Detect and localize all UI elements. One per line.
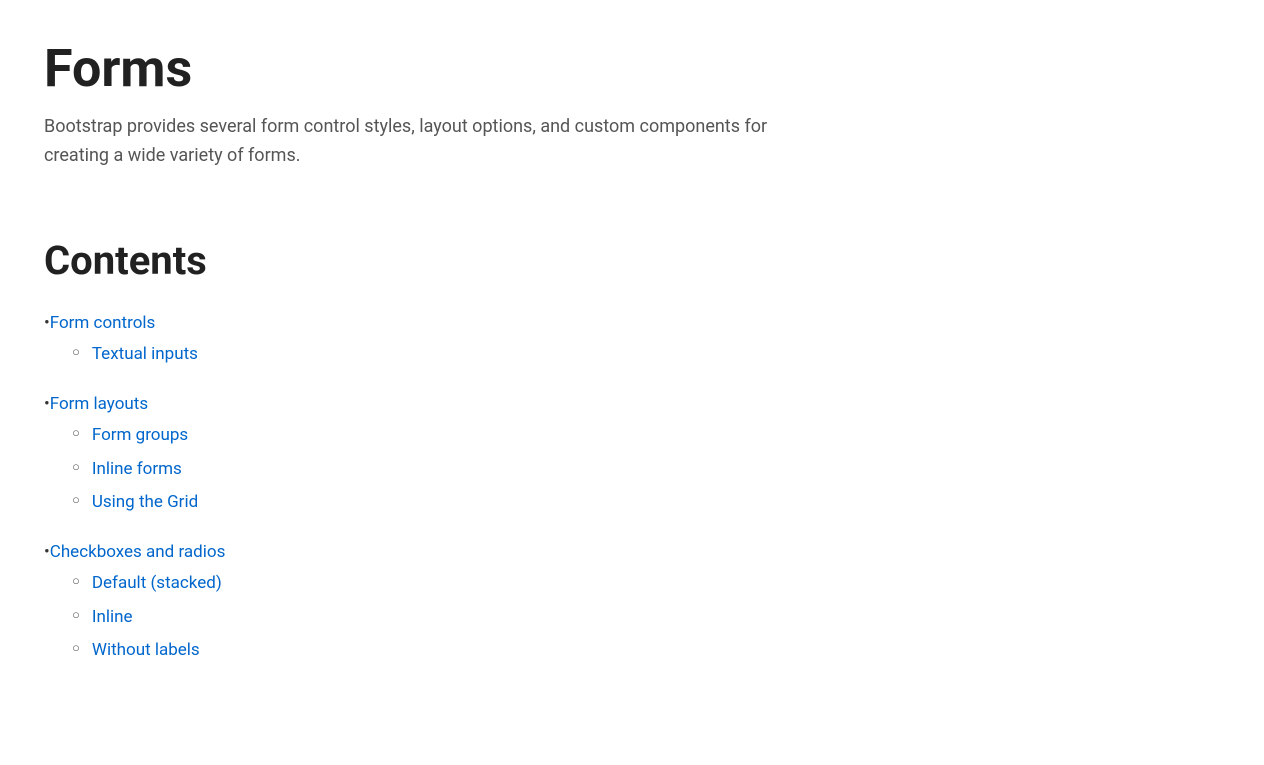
contents-sub-item: ○ Inline — [72, 605, 225, 631]
contents-link-using-the-grid[interactable]: Using the Grid — [92, 490, 198, 516]
contents-sub-list: ○ Default (stacked) ○ Inline ○ Without labels — [72, 571, 225, 672]
contents-top-item: •Checkboxes and radios○Default (stacked)… — [44, 540, 1220, 678]
contents-link-checkboxes-and-radios[interactable]: Checkboxes and radios — [50, 540, 226, 566]
page-title: Forms — [44, 40, 1220, 97]
contents-sub-item: ○ Inline forms — [72, 457, 198, 483]
contents-sub-item: ○ Without labels — [72, 638, 225, 664]
contents-link-without-labels[interactable]: Without labels — [92, 638, 200, 664]
contents-top-item: •Form layouts○Form groups○Inline forms○U… — [44, 392, 1220, 530]
contents-link-default-stacked[interactable]: Default (stacked) — [92, 571, 222, 597]
contents-link-inline[interactable]: Inline — [92, 605, 133, 631]
bullet-hollow: ○ — [72, 346, 80, 359]
bullet-hollow: ○ — [72, 575, 80, 588]
contents-sub-item: ○ Textual inputs — [72, 342, 198, 368]
bullet-hollow: ○ — [72, 642, 80, 655]
contents-heading: Contents — [44, 231, 1220, 291]
bullet-hollow: ○ — [72, 609, 80, 622]
contents-link-textual-inputs[interactable]: Textual inputs — [92, 342, 198, 368]
contents-sub-list: ○ Form groups ○ Inline forms ○ Using the Grid — [72, 423, 198, 524]
contents-link-form-layouts[interactable]: Form layouts — [50, 392, 148, 418]
contents-link-form-controls[interactable]: Form controls — [50, 311, 156, 337]
contents-link-form-groups[interactable]: Form groups — [92, 423, 188, 449]
bullet-hollow: ○ — [72, 494, 80, 507]
contents-link-inline-forms[interactable]: Inline forms — [92, 457, 182, 483]
contents-sub-item: ○ Default (stacked) — [72, 571, 225, 597]
bullet-hollow: ○ — [72, 461, 80, 474]
contents-top-item: •Form controls○Textual inputs — [44, 311, 1220, 382]
contents-sub-list: ○ Textual inputs — [72, 342, 198, 376]
contents-sub-item: ○ Using the Grid — [72, 490, 198, 516]
page-description: Bootstrap provides several form control … — [44, 113, 784, 171]
bullet-hollow: ○ — [72, 427, 80, 440]
contents-sub-item: ○ Form groups — [72, 423, 198, 449]
contents-list: •Form controls○Textual inputs•Form layou… — [44, 311, 1220, 678]
